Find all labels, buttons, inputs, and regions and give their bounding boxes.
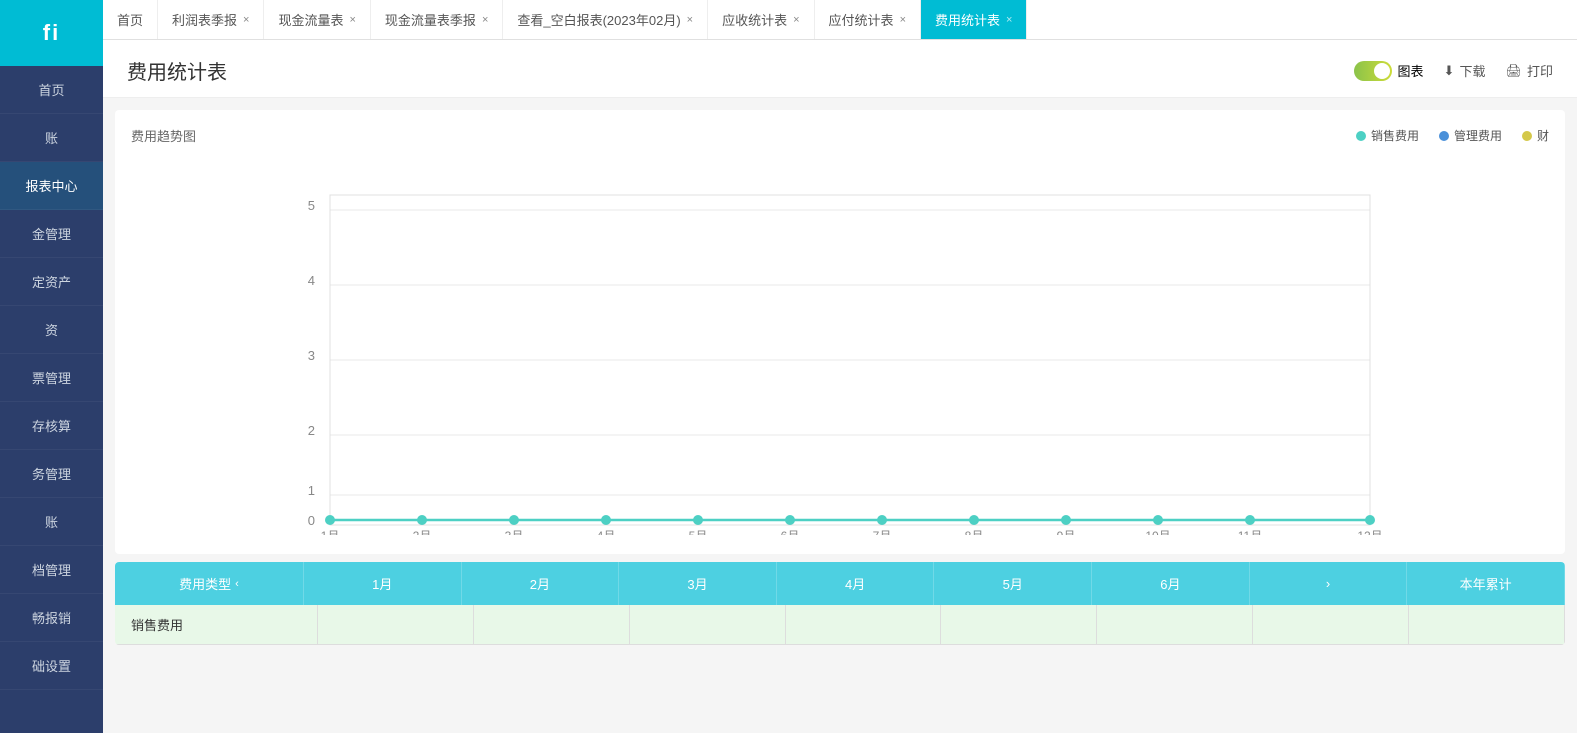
sidebar-item-assets[interactable]: 资 [0,306,103,354]
td-apr [786,605,942,644]
svg-text:3月: 3月 [505,529,524,535]
svg-text:9月: 9月 [1057,529,1076,535]
sidebar: fi 首页 账 报表中心 金管理 定资产 资 票管理 存核算 务管理 账 档管理… [0,0,103,733]
legend-sales: 销售费用 [1356,127,1419,144]
td-jun [1097,605,1253,644]
tab-receivable[interactable]: 应收统计表 × [708,0,814,39]
content-area: 费用统计表 图表 ⬇ 下载 🖨 打印 费用趋势图 [103,40,1577,733]
svg-text:0: 0 [308,513,315,528]
sidebar-item-fixed-assets[interactable]: 定资产 [0,258,103,306]
logo: fi [0,0,103,66]
svg-text:12月: 12月 [1357,529,1382,535]
svg-text:2: 2 [308,423,315,438]
th-jan: 1月 [304,562,462,605]
tab-blank-report[interactable]: 查看_空白报表(2023年02月) × [503,0,708,39]
chart-title: 费用趋势图 [131,126,196,145]
td-jan [318,605,474,644]
legend-dot-finance [1522,131,1532,141]
page-title: 费用统计表 [127,56,227,85]
td-type: 销售费用 [115,605,318,644]
tab-expense[interactable]: 费用统计表 × [921,0,1027,39]
tab-profit[interactable]: 利润表季报 × [158,0,264,39]
table-row: 销售费用 [115,605,1565,645]
tab-bar: 首页 利润表季报 × 现金流量表 × 现金流量表季报 × 查看_空白报表(202… [103,0,1577,40]
td-mar [630,605,786,644]
legend-dot-management [1439,131,1449,141]
legend-management: 管理费用 [1439,127,1502,144]
td-yearly-total [1409,605,1565,644]
chart-legend: 销售费用 管理费用 财 [1356,127,1549,144]
chart-toggle-wrap[interactable]: 图表 [1354,61,1424,81]
main-area: 首页 利润表季报 × 现金流量表 × 现金流量表季报 × 查看_空白报表(202… [103,0,1577,733]
svg-text:5: 5 [308,198,315,213]
sidebar-item-report-center[interactable]: 报表中心 [0,162,103,210]
svg-text:11月: 11月 [1238,529,1262,535]
th-nav-next[interactable]: › [1250,562,1408,605]
td-nav-spacer [1253,605,1409,644]
legend-label-sales: 销售费用 [1371,127,1419,144]
tab-close-payable[interactable]: × [900,14,906,26]
svg-text:6月: 6月 [781,529,800,535]
tab-close-profit[interactable]: × [243,14,249,26]
table-section: 费用类型 ‹ 1月 2月 3月 4月 5月 [115,562,1565,645]
legend-dot-sales [1356,131,1366,141]
tab-close-receivable[interactable]: × [793,14,799,26]
td-may [941,605,1097,644]
nav-next-icon: › [1326,576,1330,591]
legend-label-management: 管理费用 [1454,127,1502,144]
download-icon: ⬇ [1444,63,1455,79]
svg-text:1: 1 [308,483,315,498]
tab-cashflow[interactable]: 现金流量表 × [264,0,370,39]
tab-close-blank-report[interactable]: × [687,14,693,26]
th-yearly-total: 本年累计 [1407,562,1565,605]
sidebar-item-inventory[interactable]: 存核算 [0,402,103,450]
th-feb: 2月 [462,562,620,605]
svg-text:1月: 1月 [321,529,340,535]
sidebar-item-home[interactable]: 首页 [0,66,103,114]
tab-close-expense[interactable]: × [1006,14,1012,26]
chart-canvas: 5 4 3 2 1 0 [131,155,1549,538]
print-button[interactable]: 🖨 打印 [1505,61,1553,80]
chart-toggle-label: 图表 [1398,61,1424,80]
tab-payable[interactable]: 应付统计表 × [815,0,921,39]
sidebar-item-invoice[interactable]: 票管理 [0,354,103,402]
tab-close-cashflow[interactable]: × [349,14,355,26]
svg-text:7月: 7月 [873,529,892,535]
sidebar-item-ledger[interactable]: 账 [0,498,103,546]
td-feb [474,605,630,644]
legend-label-finance: 财 [1537,127,1549,144]
download-button[interactable]: ⬇ 下载 [1444,61,1486,80]
tab-close-cashflow-quarterly[interactable]: × [482,14,488,26]
sidebar-item-expense-report[interactable]: 畅报销 [0,594,103,642]
header-actions: 图表 ⬇ 下载 🖨 打印 [1354,61,1553,81]
svg-text:2月: 2月 [413,529,432,535]
sidebar-item-archive[interactable]: 档管理 [0,546,103,594]
th-mar: 3月 [619,562,777,605]
print-icon: 🖨 [1505,63,1522,79]
th-type: 费用类型 ‹ [115,562,304,605]
page-header: 费用统计表 图表 ⬇ 下载 🖨 打印 [103,40,1577,98]
sidebar-item-basic-settings[interactable]: 础设置 [0,642,103,690]
svg-text:10月: 10月 [1145,529,1170,535]
svg-text:4: 4 [308,273,315,288]
legend-finance: 财 [1522,127,1549,144]
svg-text:4月: 4月 [597,529,616,535]
sidebar-item-account[interactable]: 账 [0,114,103,162]
svg-text:3: 3 [308,348,315,363]
sidebar-item-fund-management[interactable]: 金管理 [0,210,103,258]
chart-toggle[interactable] [1354,61,1392,81]
tab-cashflow-quarterly[interactable]: 现金流量表季报 × [371,0,503,39]
sidebar-item-service[interactable]: 务管理 [0,450,103,498]
tab-home[interactable]: 首页 [103,0,158,39]
chart-header: 费用趋势图 销售费用 管理费用 财 [131,126,1549,145]
th-nav-prev[interactable]: ‹ [235,578,239,590]
th-may: 5月 [934,562,1092,605]
svg-text:8月: 8月 [965,529,984,535]
th-jun: 6月 [1092,562,1250,605]
svg-text:5月: 5月 [689,529,708,535]
th-apr: 4月 [777,562,935,605]
chart-section: 费用趋势图 销售费用 管理费用 财 [115,110,1565,554]
table-header-row: 费用类型 ‹ 1月 2月 3月 4月 5月 [115,562,1565,605]
chart-svg: 5 4 3 2 1 0 [131,155,1549,535]
